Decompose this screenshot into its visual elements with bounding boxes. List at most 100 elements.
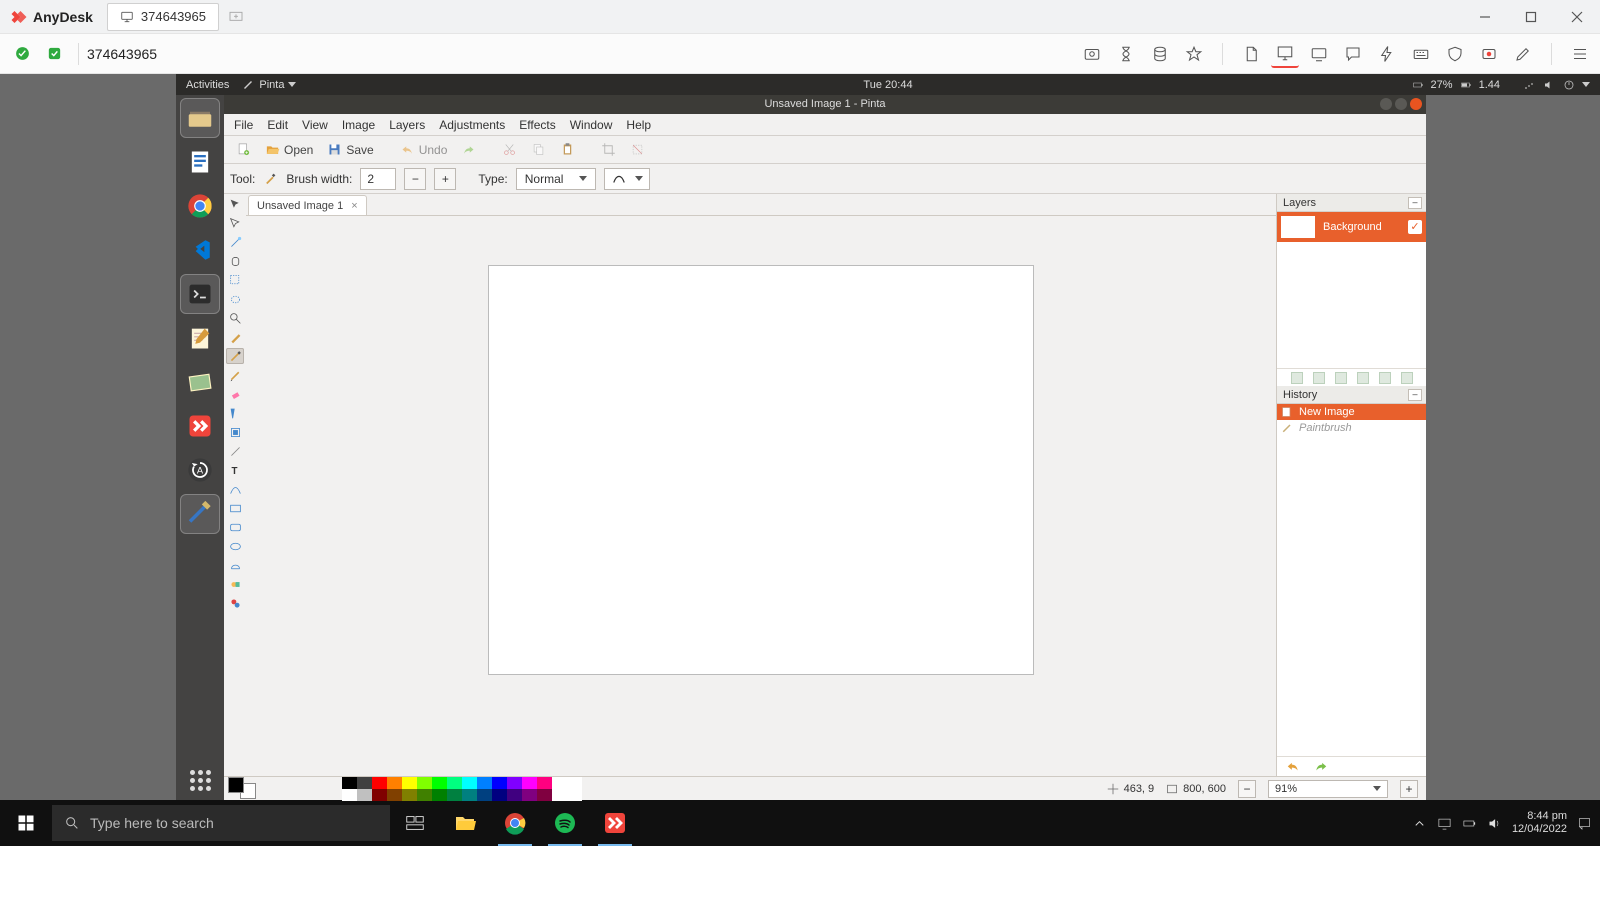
palette-swatch[interactable] [372, 777, 387, 789]
minimize-button[interactable] [1462, 0, 1508, 34]
tray-notification-icon[interactable] [1577, 816, 1592, 831]
palette-swatch[interactable] [537, 777, 552, 789]
chat-icon[interactable] [1339, 40, 1367, 68]
menu-adjustments[interactable]: Adjustments [439, 118, 505, 132]
palette-swatch[interactable] [552, 789, 567, 801]
tool-rectangle[interactable] [226, 500, 244, 516]
layer-visible-checkbox[interactable]: ✓ [1408, 220, 1422, 234]
tool-zoom[interactable] [226, 272, 244, 288]
brush-type-select[interactable]: Normal [516, 168, 596, 190]
taskbar-chrome[interactable] [490, 800, 540, 846]
keyboard-icon[interactable] [1407, 40, 1435, 68]
volume-icon[interactable] [1542, 78, 1556, 92]
crop-button[interactable] [597, 141, 620, 158]
screenshot-icon[interactable] [1078, 40, 1106, 68]
stroke-style-select[interactable] [604, 168, 650, 190]
palette-swatch[interactable] [507, 777, 522, 789]
tool-text[interactable]: T [226, 462, 244, 478]
delete-layer-icon[interactable] [1313, 372, 1325, 384]
history-panel-header[interactable]: History– [1277, 386, 1426, 404]
dock-terminal[interactable] [180, 274, 220, 314]
tool-colorpicker[interactable] [226, 405, 244, 421]
dock-texteditor[interactable] [180, 318, 220, 358]
tool-ellipse-select[interactable] [226, 291, 244, 307]
tool-recolor[interactable] [226, 443, 244, 459]
palette-swatch[interactable] [372, 789, 387, 801]
palette-swatch[interactable] [387, 789, 402, 801]
new-button[interactable] [232, 141, 255, 158]
palette-swatch[interactable] [477, 777, 492, 789]
close-button[interactable] [1554, 0, 1600, 34]
pinta-maximize-icon[interactable] [1395, 98, 1407, 110]
palette-swatch[interactable] [462, 777, 477, 789]
hamburger-icon[interactable] [1566, 40, 1594, 68]
dock-vscode[interactable] [180, 230, 220, 270]
tool-paintbrush[interactable] [226, 348, 244, 364]
deselect-button[interactable] [626, 141, 649, 158]
duplicate-layer-icon[interactable] [1335, 372, 1347, 384]
record-icon[interactable] [1475, 40, 1503, 68]
menu-window[interactable]: Window [570, 118, 613, 132]
tool-bucket[interactable] [226, 329, 244, 345]
menu-edit[interactable]: Edit [267, 118, 288, 132]
layer-up-icon[interactable] [1379, 372, 1391, 384]
palette-swatch[interactable] [552, 777, 567, 789]
palette-swatch[interactable] [402, 789, 417, 801]
file-icon[interactable] [1237, 40, 1265, 68]
panel-clock[interactable]: Tue 20:44 [863, 79, 912, 91]
palette-swatch[interactable] [522, 789, 537, 801]
canvas[interactable] [488, 265, 1034, 675]
tool-freeform[interactable] [226, 557, 244, 573]
pen-icon[interactable] [1509, 40, 1537, 68]
palette-swatch[interactable] [387, 777, 402, 789]
document-tab-close-icon[interactable]: × [351, 200, 357, 212]
palette-swatch[interactable] [417, 777, 432, 789]
bolt-icon[interactable] [1373, 40, 1401, 68]
history-item[interactable]: Paintbrush [1277, 420, 1426, 436]
palette-swatch[interactable] [357, 777, 372, 789]
app-menu[interactable]: Pinta [243, 79, 296, 91]
palette-swatch[interactable] [477, 789, 492, 801]
zoom-select[interactable]: 91% [1268, 780, 1388, 798]
tool-eraser[interactable] [226, 386, 244, 402]
dock-files[interactable] [180, 98, 220, 138]
palette-grid[interactable] [342, 777, 582, 801]
dock-anydesk[interactable] [180, 406, 220, 446]
dock-chrome[interactable] [180, 186, 220, 226]
tool-rounded-rect[interactable] [226, 519, 244, 535]
palette-swatch[interactable] [567, 789, 582, 801]
taskbar-search[interactable]: Type here to search [52, 805, 390, 841]
tool-clone[interactable] [226, 424, 244, 440]
open-button[interactable]: Open [261, 141, 317, 158]
undo-button[interactable]: Undo [396, 141, 452, 158]
menu-file[interactable]: File [234, 118, 253, 132]
tool-wand[interactable] [226, 234, 244, 250]
tool-ellipse[interactable] [226, 538, 244, 554]
brush-plus-button[interactable]: + [434, 168, 456, 190]
network-icon[interactable] [1522, 78, 1536, 92]
add-layer-icon[interactable] [1291, 372, 1303, 384]
palette-swatch[interactable] [417, 789, 432, 801]
redo-icon[interactable] [1313, 760, 1329, 774]
star-icon[interactable] [1180, 40, 1208, 68]
start-button[interactable] [0, 800, 52, 846]
brush-width-input[interactable]: 2 [360, 168, 396, 190]
palette-swatch[interactable] [402, 777, 417, 789]
palette-swatch[interactable] [357, 789, 372, 801]
tool-shapes[interactable] [226, 576, 244, 592]
dock-imageviewer[interactable] [180, 362, 220, 402]
tool-gradient[interactable] [226, 310, 244, 326]
task-view-button[interactable] [390, 800, 440, 846]
pinta-close-icon[interactable] [1410, 98, 1422, 110]
hourglass-icon[interactable] [1112, 40, 1140, 68]
tool-line[interactable] [226, 481, 244, 497]
dock-updater[interactable]: A [180, 450, 220, 490]
new-tab-button[interactable] [221, 3, 251, 31]
menu-layers[interactable]: Layers [389, 118, 425, 132]
minimize-panel-icon[interactable]: – [1408, 197, 1422, 209]
save-button[interactable]: Save [323, 141, 377, 158]
tray-battery-icon[interactable] [1462, 816, 1477, 831]
menu-image[interactable]: Image [342, 118, 375, 132]
power-icon[interactable] [1562, 78, 1576, 92]
palette-swatch[interactable] [537, 789, 552, 801]
